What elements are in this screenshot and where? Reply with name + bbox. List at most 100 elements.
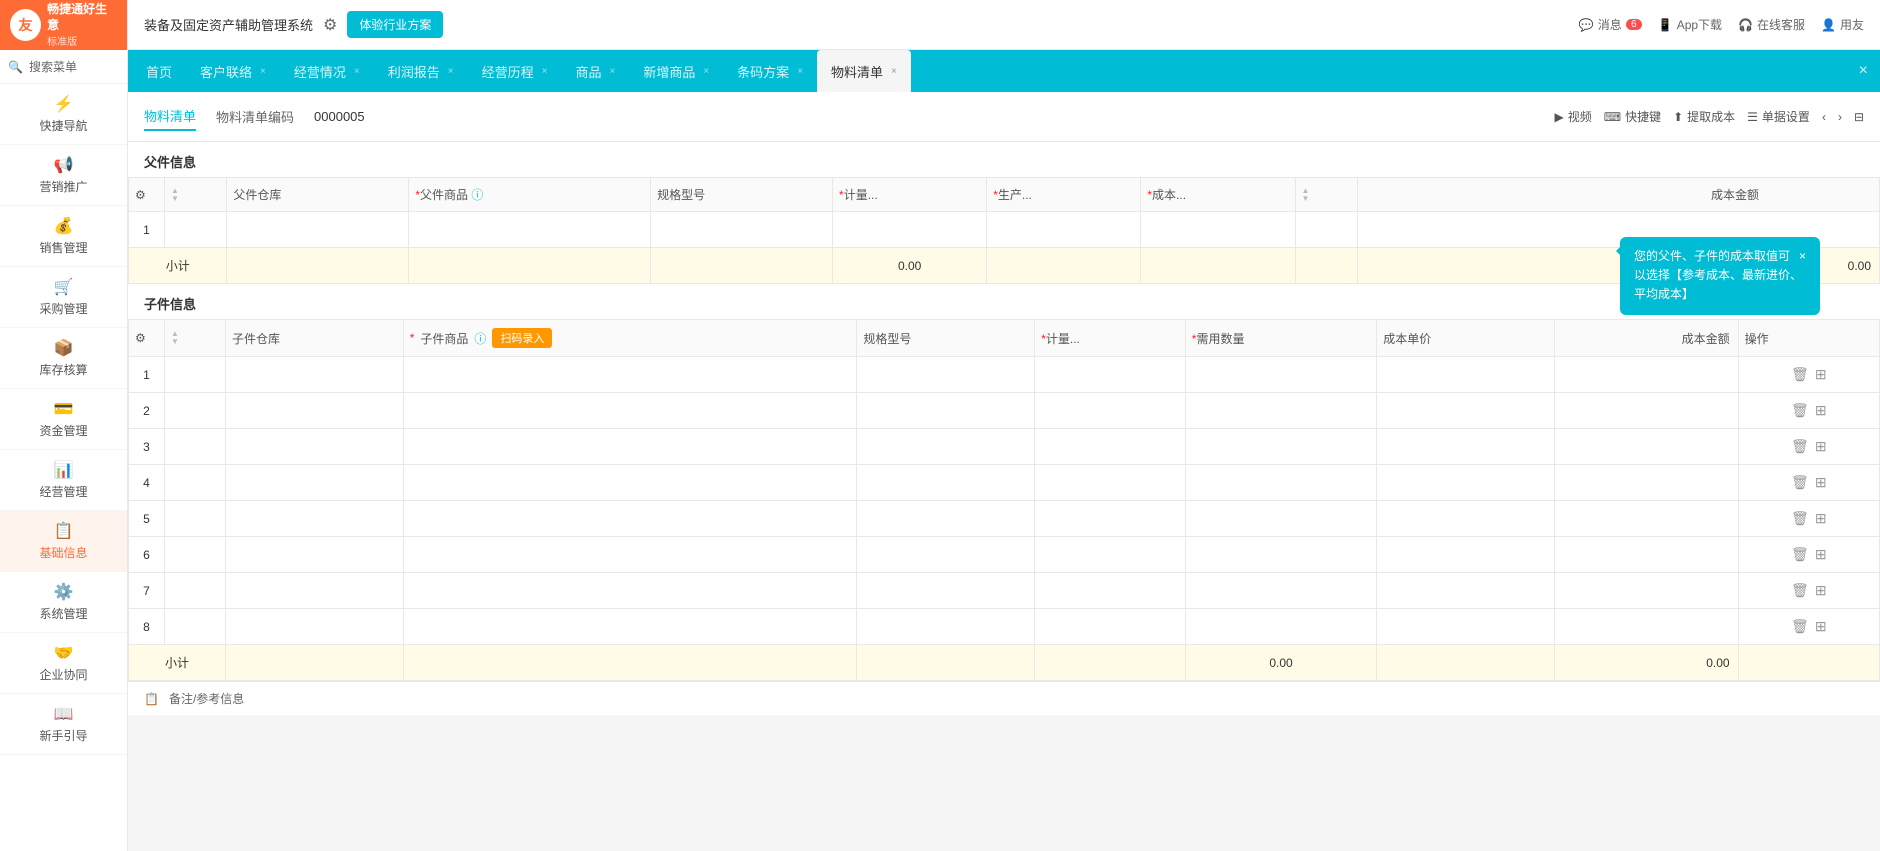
- sub-tab-list[interactable]: 物料清单: [144, 102, 196, 131]
- nav-next[interactable]: ›: [1838, 110, 1842, 124]
- tooltip-close[interactable]: ×: [1799, 247, 1806, 266]
- child-row-4-unit[interactable]: [1035, 465, 1186, 501]
- child-row-2-cost-price[interactable]: [1377, 393, 1555, 429]
- child-row-1-unit[interactable]: [1035, 357, 1186, 393]
- child-settings-gear-icon[interactable]: ⚙: [135, 331, 146, 345]
- child-row-6-product[interactable]: [403, 537, 857, 573]
- child-row-7-unit[interactable]: [1035, 573, 1186, 609]
- expand-icon[interactable]: ⊟: [1854, 110, 1864, 124]
- parent-row-1-spec[interactable]: [651, 212, 833, 248]
- bottom-label[interactable]: 备注/参考信息: [169, 690, 244, 707]
- close-all-tabs[interactable]: ×: [1851, 62, 1876, 80]
- sidebar-item-inventory[interactable]: 📦 库存核算: [0, 328, 127, 389]
- child-row-2-quantity[interactable]: [1185, 393, 1376, 429]
- child-row-6-quantity[interactable]: [1185, 537, 1376, 573]
- child-row-1-copy-icon[interactable]: ⊞: [1815, 366, 1827, 383]
- child-row-3-unit[interactable]: [1035, 429, 1186, 465]
- tab-profit-close[interactable]: ×: [448, 66, 454, 77]
- child-row-7-cost-price[interactable]: [1377, 573, 1555, 609]
- sidebar-item-basic-info[interactable]: 📋 基础信息: [0, 511, 127, 572]
- child-row-3-delete-icon[interactable]: 🗑: [1791, 438, 1809, 455]
- shortcut-action[interactable]: ⌨ 快捷键: [1604, 108, 1661, 125]
- child-row-8-unit[interactable]: [1035, 609, 1186, 645]
- child-row-4-quantity[interactable]: [1185, 465, 1376, 501]
- child-row-2-copy-icon[interactable]: ⊞: [1815, 402, 1827, 419]
- tab-history-close[interactable]: ×: [542, 66, 548, 77]
- child-row-7-quantity[interactable]: [1185, 573, 1376, 609]
- tab-barcode[interactable]: 条码方案 ×: [723, 50, 817, 92]
- child-row-2-warehouse[interactable]: [225, 393, 403, 429]
- parent-row-1-product[interactable]: [409, 212, 651, 248]
- tab-product[interactable]: 商品 ×: [561, 50, 629, 92]
- child-row-1-delete-icon[interactable]: 🗑: [1791, 366, 1809, 383]
- child-row-5-warehouse[interactable]: [225, 501, 403, 537]
- child-row-4-spec[interactable]: [857, 465, 1035, 501]
- sidebar-item-system[interactable]: ⚙️ 系统管理: [0, 572, 127, 633]
- tab-new-product[interactable]: 新增商品 ×: [629, 50, 723, 92]
- sidebar-item-enterprise[interactable]: 🤝 企业协同: [0, 633, 127, 694]
- child-row-3-copy-icon[interactable]: ⊞: [1815, 438, 1827, 455]
- child-row-8-delete-icon[interactable]: 🗑: [1791, 618, 1809, 635]
- message-item[interactable]: 💬 消息 6: [1579, 16, 1642, 33]
- child-row-8-product[interactable]: [403, 609, 857, 645]
- tab-bom-close[interactable]: ×: [891, 66, 897, 77]
- child-row-6-unit[interactable]: [1035, 537, 1186, 573]
- nav-prev[interactable]: ‹: [1822, 110, 1826, 124]
- tab-profit[interactable]: 利润报告 ×: [374, 50, 468, 92]
- child-row-5-unit[interactable]: [1035, 501, 1186, 537]
- child-row-7-product[interactable]: [403, 573, 857, 609]
- tab-bom[interactable]: 物料清单 ×: [817, 50, 911, 92]
- parent-row-1-warehouse[interactable]: [227, 212, 409, 248]
- child-row-6-cost-price[interactable]: [1377, 537, 1555, 573]
- extract-cost-action[interactable]: ⬆ 提取成本: [1673, 108, 1735, 125]
- settings-gear-icon[interactable]: ⚙: [135, 188, 146, 202]
- child-row-1-spec[interactable]: [857, 357, 1035, 393]
- child-row-2-product[interactable]: [403, 393, 857, 429]
- view-action[interactable]: ▶ 视频: [1554, 108, 1591, 125]
- child-row-2-spec[interactable]: [857, 393, 1035, 429]
- app-download-item[interactable]: 📱 App下载: [1658, 16, 1722, 33]
- child-row-1-product[interactable]: [403, 357, 857, 393]
- sidebar-item-operations[interactable]: 📊 经营管理: [0, 450, 127, 511]
- child-row-8-warehouse[interactable]: [225, 609, 403, 645]
- sidebar-search[interactable]: 🔍 搜索菜单: [0, 50, 127, 84]
- child-row-2-delete-icon[interactable]: 🗑: [1791, 402, 1809, 419]
- child-row-5-quantity[interactable]: [1185, 501, 1376, 537]
- child-row-3-product[interactable]: [403, 429, 857, 465]
- tab-history[interactable]: 经营历程 ×: [468, 50, 562, 92]
- child-row-2-unit[interactable]: [1035, 393, 1186, 429]
- single-settings-action[interactable]: ☰ 单据设置: [1747, 108, 1810, 125]
- sidebar-item-finance[interactable]: 💳 资金管理: [0, 389, 127, 450]
- child-row-3-quantity[interactable]: [1185, 429, 1376, 465]
- tab-home[interactable]: 首页: [132, 50, 186, 92]
- child-row-5-spec[interactable]: [857, 501, 1035, 537]
- parent-row-1-unit[interactable]: [833, 212, 987, 248]
- tab-customer-close[interactable]: ×: [260, 66, 266, 77]
- child-row-1-quantity[interactable]: [1185, 357, 1376, 393]
- child-row-5-delete-icon[interactable]: 🗑: [1791, 510, 1809, 527]
- child-row-8-copy-icon[interactable]: ⊞: [1815, 618, 1827, 635]
- child-row-5-cost-price[interactable]: [1377, 501, 1555, 537]
- child-row-3-cost-price[interactable]: [1377, 429, 1555, 465]
- tab-barcode-close[interactable]: ×: [797, 66, 803, 77]
- child-row-4-product[interactable]: [403, 465, 857, 501]
- trial-button[interactable]: 体验行业方案: [347, 11, 443, 38]
- child-row-8-spec[interactable]: [857, 609, 1035, 645]
- sidebar-item-sales[interactable]: 💰 销售管理: [0, 206, 127, 267]
- child-row-4-delete-icon[interactable]: 🗑: [1791, 474, 1809, 491]
- child-row-7-warehouse[interactable]: [225, 573, 403, 609]
- tab-product-close[interactable]: ×: [609, 66, 615, 77]
- sidebar-item-marketing[interactable]: 📢 营销推广: [0, 145, 127, 206]
- child-row-4-warehouse[interactable]: [225, 465, 403, 501]
- child-row-5-copy-icon[interactable]: ⊞: [1815, 510, 1827, 527]
- tab-customer[interactable]: 客户联络 ×: [186, 50, 280, 92]
- parent-row-1-production[interactable]: [987, 212, 1141, 248]
- child-row-8-quantity[interactable]: [1185, 609, 1376, 645]
- child-row-1-warehouse[interactable]: [225, 357, 403, 393]
- child-row-7-copy-icon[interactable]: ⊞: [1815, 582, 1827, 599]
- online-service-item[interactable]: 🎧 在线客服: [1738, 16, 1805, 33]
- child-row-6-spec[interactable]: [857, 537, 1035, 573]
- user-item[interactable]: 👤 用友: [1821, 16, 1864, 33]
- tab-operations[interactable]: 经营情况 ×: [280, 50, 374, 92]
- gear-button[interactable]: ⚙: [323, 15, 337, 35]
